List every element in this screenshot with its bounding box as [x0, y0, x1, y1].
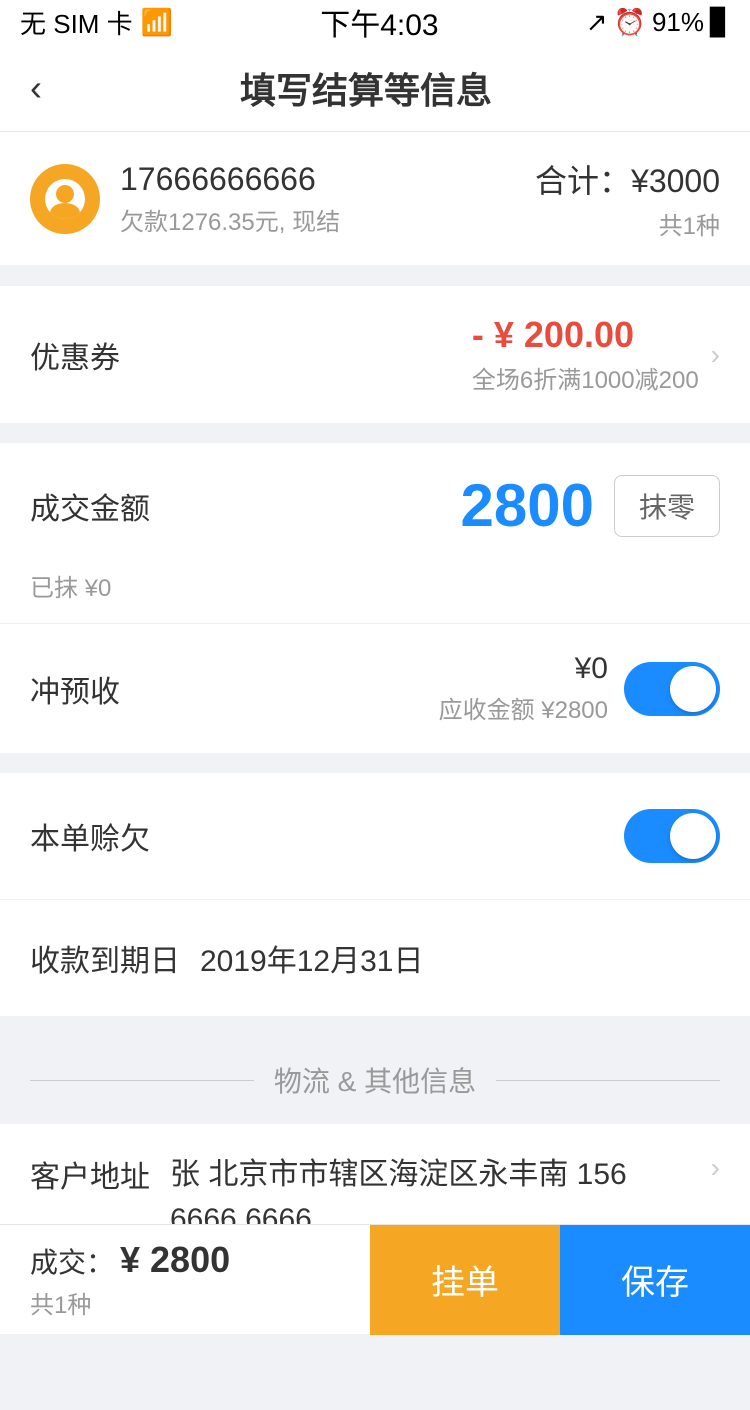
address-label: 客户地址: [30, 1152, 150, 1196]
due-value: 2019年12月31日: [200, 936, 423, 980]
coupon-right: - ¥ 200.00 全场6折满1000减200 ›: [472, 314, 720, 395]
prepaid-label: 冲预收: [30, 667, 120, 711]
deal-right: 2800 抹零: [461, 471, 721, 540]
prepaid-toggle[interactable]: [624, 662, 720, 716]
prepaid-row: 冲预收 ¥0 应收金额 ¥2800: [0, 623, 750, 753]
location-icon: ↗: [586, 7, 608, 38]
status-bar: 无 SIM 卡 📶 下午4:03 ↗ ⏰ 91% ▊: [0, 0, 750, 44]
coupon-row[interactable]: 优惠券 - ¥ 200.00 全场6折满1000减200 ›: [0, 285, 750, 423]
user-debt: 欠款1276.35元, 现结: [120, 202, 340, 237]
alarm-icon: ⏰: [614, 7, 646, 38]
due-label: 收款到期日: [30, 936, 180, 980]
bottom-deal-amount: ¥ 2800: [120, 1239, 230, 1281]
user-total: 合计：¥3000 共1种: [535, 156, 720, 241]
battery-icon: ▊: [710, 7, 730, 38]
debt-toggle[interactable]: [624, 809, 720, 863]
user-total-amount: 合计：¥3000: [535, 156, 720, 202]
total-amount: ¥3000: [631, 163, 720, 199]
avatar-icon: [45, 179, 85, 219]
total-label: 合计：: [535, 163, 631, 199]
page-title: 填写结算等信息: [62, 62, 670, 114]
logistics-label: 物流 & 其他信息: [274, 1060, 476, 1100]
debt-label: 本单赊欠: [30, 814, 150, 858]
save-button[interactable]: 保存: [560, 1225, 750, 1335]
address-chevron-icon: ›: [711, 1152, 720, 1184]
bottom-bar: 成交： ¥ 2800 共1种 挂单 保存: [0, 1224, 750, 1334]
deal-label: 成交金额: [30, 484, 150, 528]
bottom-summary: 成交： ¥ 2800 共1种: [0, 1239, 370, 1320]
logistics-line-right: [496, 1080, 720, 1081]
wifi-icon: 📶: [141, 7, 173, 38]
coupon-desc: 全场6折满1000减200: [472, 360, 699, 395]
round-zero-button[interactable]: 抹零: [614, 475, 720, 537]
user-row: 17666666666 欠款1276.35元, 现结 合计：¥3000 共1种: [0, 132, 750, 265]
deal-section: 成交金额 2800 抹零 已抹 ¥0 冲预收 ¥0 应收金额 ¥2800: [0, 443, 750, 753]
coupon-label: 优惠券: [30, 333, 120, 377]
deal-row: 成交金额 2800 抹零: [0, 443, 750, 568]
bottom-count: 共1种: [30, 1285, 340, 1320]
prepaid-amount-col: ¥0 应收金额 ¥2800: [439, 652, 608, 725]
nav-bar: ‹ 填写结算等信息: [0, 44, 750, 132]
prepaid-receivable: 应收金额 ¥2800: [439, 690, 608, 725]
status-left: 无 SIM 卡 📶: [20, 4, 173, 41]
debt-section: 本单赊欠 收款到期日 2019年12月31日: [0, 773, 750, 1016]
coupon-section: 优惠券 - ¥ 200.00 全场6折满1000减200 ›: [0, 285, 750, 423]
prepaid-amount: ¥0: [439, 652, 608, 686]
user-card: 17666666666 欠款1276.35元, 现结 合计：¥3000 共1种: [0, 132, 750, 265]
coupon-amount: - ¥ 200.00: [472, 314, 699, 356]
due-date-row: 收款到期日 2019年12月31日: [0, 899, 750, 1016]
chevron-icon: ›: [711, 339, 720, 371]
user-phone: 17666666666: [120, 161, 340, 198]
bottom-deal: 成交： ¥ 2800: [30, 1239, 340, 1281]
user-left: 17666666666 欠款1276.35元, 现结: [30, 161, 340, 237]
user-total-count: 共1种: [535, 206, 720, 241]
deal-amount: 2800: [461, 471, 594, 540]
user-info: 17666666666 欠款1276.35元, 现结: [120, 161, 340, 237]
logistics-header: 物流 & 其他信息: [0, 1036, 750, 1124]
debt-row: 本单赊欠: [0, 773, 750, 899]
coupon-info: - ¥ 200.00 全场6折满1000减200: [472, 314, 699, 395]
status-right: ↗ ⏰ 91% ▊: [586, 7, 730, 38]
bottom-deal-label: 成交：: [30, 1241, 114, 1281]
deal-sub: 已抹 ¥0: [0, 568, 750, 623]
back-button[interactable]: ‹: [30, 67, 42, 109]
prepaid-right: ¥0 应收金额 ¥2800: [439, 652, 720, 725]
battery-level: 91%: [652, 7, 704, 38]
content: 17666666666 欠款1276.35元, 现结 合计：¥3000 共1种 …: [0, 132, 750, 1410]
pending-button[interactable]: 挂单: [370, 1225, 560, 1335]
status-time: 下午4:03: [320, 0, 438, 44]
sim-label: 无 SIM 卡: [20, 4, 133, 41]
avatar: [30, 164, 100, 234]
logistics-line-left: [30, 1080, 254, 1081]
